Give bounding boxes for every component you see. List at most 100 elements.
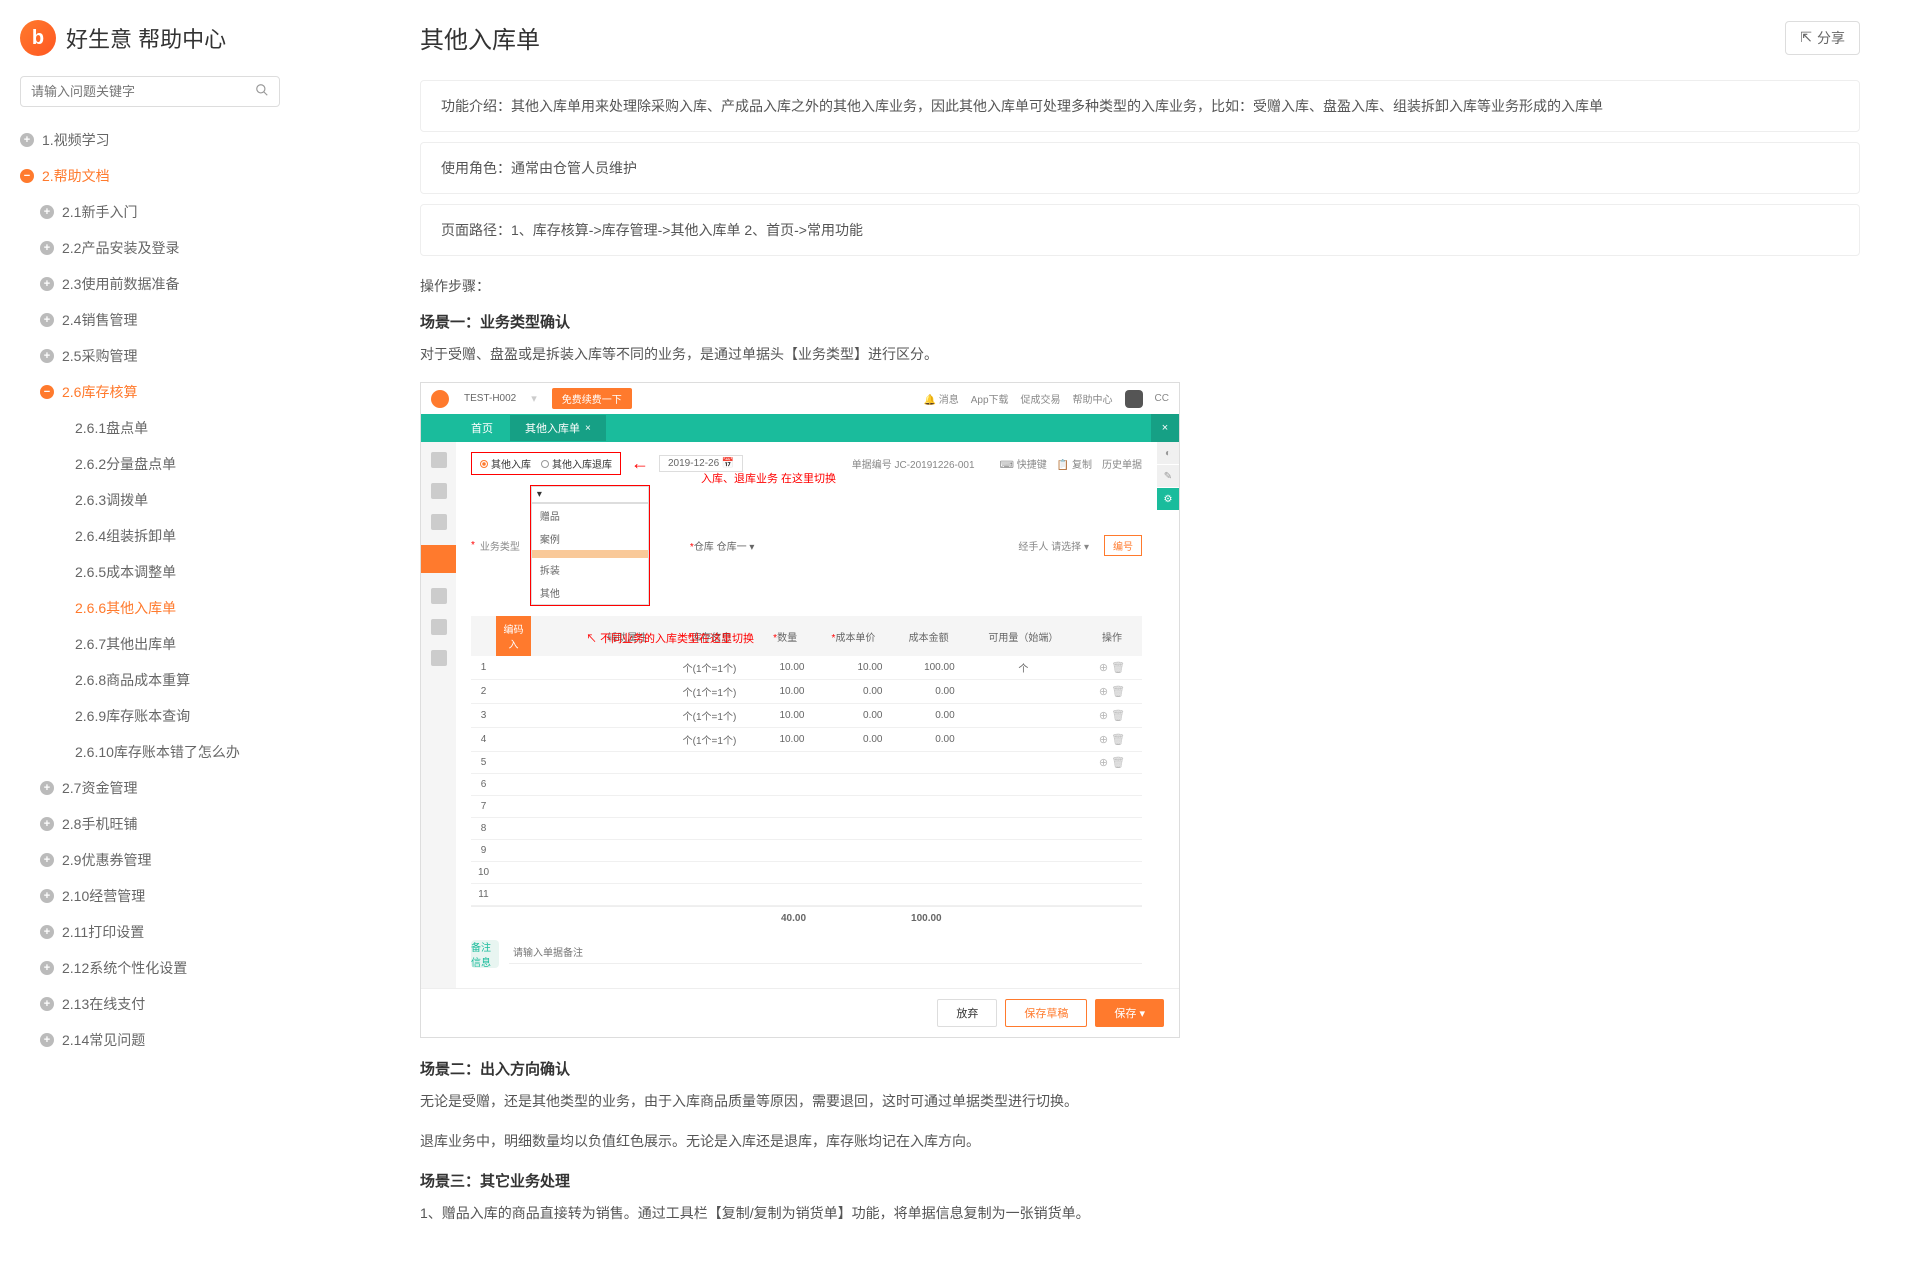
plus-icon: + [40,889,54,903]
ss-save-button: 保存 ▾ [1095,999,1164,1027]
path-text: 1、库存核算->库存管理->其他入库单 2、首页->常用功能 [511,222,863,238]
ss-doc-number: 单据编号 JC-20191226-001 [852,456,975,471]
ss-copy-link: 📋 复制 [1057,456,1092,471]
ss-left-icon [431,650,447,666]
share-button[interactable]: ⇱ 分享 [1785,21,1860,55]
nav-2-12[interactable]: +2.12系统个性化设置 [20,950,280,986]
close-icon: × [585,423,591,434]
nav-2-11[interactable]: +2.11打印设置 [20,914,280,950]
ss-rightbar: ◐ ✎ ⚙ [1157,442,1179,988]
role-label: 使用角色： [441,160,511,176]
path-label: 页面路径： [441,222,511,238]
ss-tab-current: 其他入库单 × [510,415,606,441]
arrow-left-icon: ← [631,453,649,474]
nav-2-14[interactable]: +2.14常见问题 [20,1022,280,1058]
nav-2-6-6[interactable]: 2.6.6其他入库单 [20,590,280,626]
ss-avatar-icon [1125,390,1143,408]
scene1-title: 场景一：业务类型确认 [420,311,1860,332]
nav-2-6-10[interactable]: 2.6.10库存账本错了怎么办 [20,734,280,770]
ss-right-icon: ◐ [1157,442,1179,464]
nav-video-learning[interactable]: +1.视频学习 [20,122,280,158]
ss-app-link: App下载 [971,391,1009,406]
search-input[interactable] [31,84,255,99]
ss-shortcut-link: ⌨ 快捷键 [1000,456,1047,471]
nav-2-6-3[interactable]: 2.6.3调拨单 [20,482,280,518]
nav-2-7[interactable]: +2.7资金管理 [20,770,280,806]
ss-logo-icon [431,390,449,408]
ss-deal-link: 促成交易 [1021,391,1061,406]
nav-2-2[interactable]: +2.2产品安装及登录 [20,230,280,266]
ss-remark-input [509,944,1142,964]
scene3-desc1: 1、赠品入库的商品直接转为销售。通过工具栏【复制/复制为销货单】功能，将单据信息… [420,1201,1860,1226]
search-icon[interactable] [255,83,269,100]
plus-icon: + [40,997,54,1011]
scene2-title: 场景二：出入方向确认 [420,1058,1860,1079]
minus-icon: − [20,169,34,183]
radio-icon [480,460,488,468]
page-header: 其他入库单 ⇱ 分享 [420,20,1860,55]
annotation-1: 入库、退库业务 在这里切换 [701,470,836,486]
plus-icon: + [40,817,54,831]
radio-icon [541,460,549,468]
sidebar: b 好生意 帮助中心 +1.视频学习 −2.帮助文档 +2.1新手入门 +2.2… [0,0,300,1261]
ss-left-icon [431,452,447,468]
nav-2-6-4[interactable]: 2.6.4组装拆卸单 [20,518,280,554]
plus-icon: + [20,133,34,147]
ss-topbar: TEST-H002 ▾ 免费续费一下 🔔 消息 App下载 促成交易 帮助中心 … [421,383,1179,414]
ss-number-button: 编号 [1104,535,1142,556]
nav-2-1[interactable]: +2.1新手入门 [20,194,280,230]
logo-icon: b [20,20,56,56]
nav-2-10[interactable]: +2.10经营管理 [20,878,280,914]
ss-tab-home: 首页 [456,415,508,441]
ss-radio-group: 其他入库 其他入库退库 [471,452,621,475]
intro-label: 功能介绍： [441,98,511,114]
ss-total-amount: 100.00 [911,913,942,924]
screenshot-image: TEST-H002 ▾ 免费续费一下 🔔 消息 App下载 促成交易 帮助中心 … [420,382,1180,1038]
role-box: 使用角色：通常由仓管人员维护 [420,142,1860,194]
scene2-desc2: 退库业务中，明细数量均以负值红色展示。无论是入库还是退库，库存账均记在入库方向。 [420,1129,1860,1154]
ss-footer: 放弃 保存草稿 保存 ▾ [421,988,1179,1037]
intro-text: 其他入库单用来处理除采购入库、产成品入库之外的其他入库业务，因此其他入库单可处理… [511,98,1603,114]
nav-2-6[interactable]: −2.6库存核算 [20,374,280,410]
ss-left-icon [431,619,447,635]
ss-total-qty: 40.00 [781,913,806,924]
nav-2-6-9[interactable]: 2.6.9库存账本查询 [20,698,280,734]
ss-left-icon [431,588,447,604]
ss-cancel-button: 放弃 [937,999,997,1027]
ss-help-link: 帮助中心 [1073,391,1113,406]
ss-table: 编码入 辅助属性*库存信息 *数量*成本单价 成本金额可用量（始端）操作 1个(… [471,616,1142,906]
logo-area: b 好生意 帮助中心 [20,20,280,56]
scene2-desc1: 无论是受赠，还是其他类型的业务，由于入库商品质量等原因，需要退回，这时可通过单据… [420,1089,1860,1114]
site-title: 好生意 帮助中心 [66,22,226,54]
nav-2-5[interactable]: +2.5采购管理 [20,338,280,374]
nav-2-13[interactable]: +2.13在线支付 [20,986,280,1022]
page-title: 其他入库单 [420,20,540,55]
nav-help-docs[interactable]: −2.帮助文档 [20,158,280,194]
share-icon: ⇱ [1800,29,1812,46]
nav-2-4[interactable]: +2.4销售管理 [20,302,280,338]
annotation-2: ↖ 不同业务的入库类型在这里切换 [586,630,754,646]
plus-icon: + [40,853,54,867]
nav-2-8[interactable]: +2.8手机旺铺 [20,806,280,842]
nav-2-6-5[interactable]: 2.6.5成本调整单 [20,554,280,590]
nav-2-6-1[interactable]: 2.6.1盘点单 [20,410,280,446]
scene1-desc: 对于受赠、盘盈或是拆装入库等不同的业务，是通过单据头【业务类型】进行区分。 [420,342,1860,367]
plus-icon: + [40,241,54,255]
remark-icon: 备注信息 [471,940,499,968]
nav-2-9[interactable]: +2.9优惠券管理 [20,842,280,878]
role-text: 通常由仓管人员维护 [511,160,637,176]
steps-label: 操作步骤： [420,276,1860,296]
plus-icon: + [40,205,54,219]
nav-2-6-7[interactable]: 2.6.7其他出库单 [20,626,280,662]
nav-2-6-8[interactable]: 2.6.8商品成本重算 [20,662,280,698]
nav-2-6-2[interactable]: 2.6.2分量盘点单 [20,446,280,482]
scene3-title: 场景三：其它业务处理 [420,1170,1860,1191]
plus-icon: + [40,313,54,327]
ss-right-icon-active: ⚙ [1157,488,1179,510]
intro-box: 功能介绍：其他入库单用来处理除采购入库、产成品入库之外的其他入库业务，因此其他入… [420,80,1860,132]
main-content: 其他入库单 ⇱ 分享 功能介绍：其他入库单用来处理除采购入库、产成品入库之外的其… [300,0,1920,1261]
nav-2-3[interactable]: +2.3使用前数据准备 [20,266,280,302]
search-box[interactable] [20,76,280,107]
plus-icon: + [40,961,54,975]
ss-username: CC [1155,393,1169,404]
